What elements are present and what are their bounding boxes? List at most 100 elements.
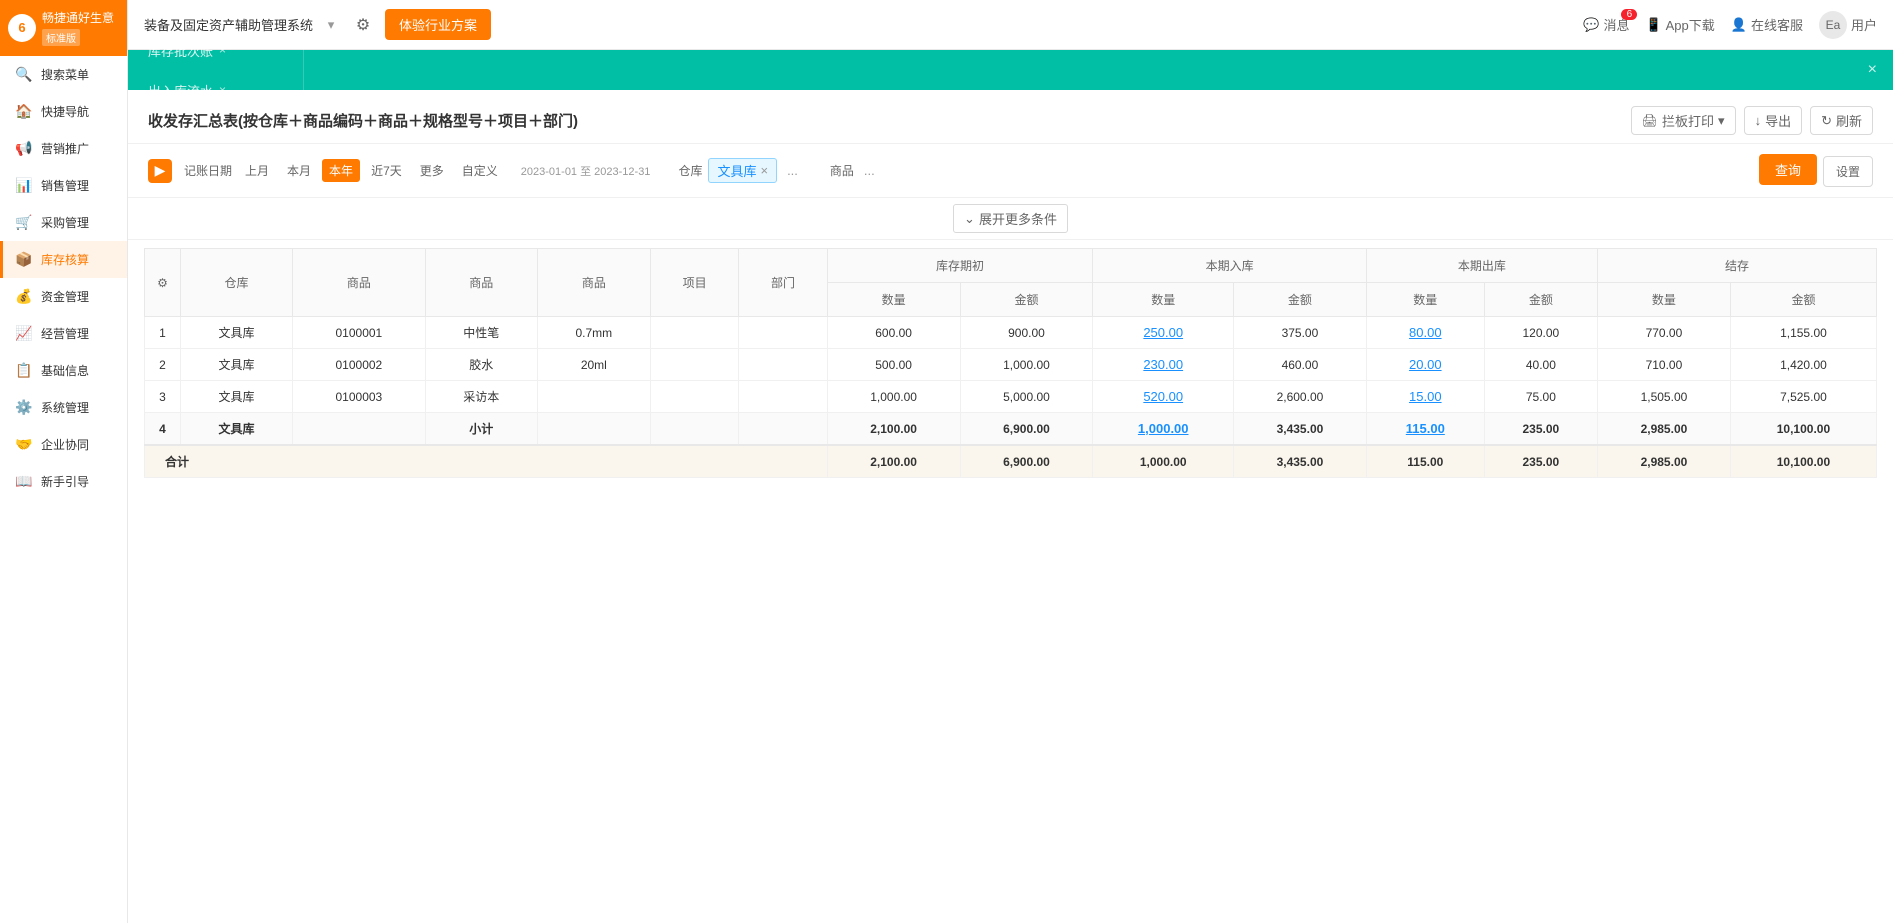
- row-in-qty-1: 230.00: [1093, 349, 1234, 381]
- sidebar-item-guide[interactable]: 📖 新手引导: [0, 463, 127, 500]
- opening-qty-header: 数量: [827, 283, 960, 317]
- sidebar-icon-purchase: 🛒: [15, 214, 33, 231]
- table-settings-header[interactable]: ⚙: [145, 249, 181, 317]
- sidebar-item-cooperation[interactable]: 🤝 企业协同: [0, 426, 127, 463]
- date-filter-label: 记账日期: [184, 162, 232, 179]
- tab-batch-account[interactable]: 库存批次账 ×: [136, 30, 304, 70]
- out-qty-link-2[interactable]: 15.00: [1409, 389, 1442, 404]
- out-qty-link-1[interactable]: 20.00: [1409, 357, 1442, 372]
- sidebar-item-basicinfo[interactable]: 📋 基础信息: [0, 352, 127, 389]
- out-qty-link-0[interactable]: 80.00: [1409, 325, 1442, 340]
- sidebar-item-finance[interactable]: 💰 资金管理: [0, 278, 127, 315]
- sidebar-item-quicknav[interactable]: 🏠 快捷导航: [0, 93, 127, 130]
- warehouse-tag: 文具库 ×: [708, 158, 777, 183]
- sidebar-icon-finance: 💰: [15, 288, 33, 305]
- expand-more-button[interactable]: ⌄ 展开更多条件: [953, 204, 1068, 233]
- row-opening-amt-2: 5,000.00: [960, 381, 1093, 413]
- warehouse-more-icon[interactable]: ...: [783, 163, 802, 178]
- sidebar-label-sales: 销售管理: [41, 177, 89, 194]
- goods-more-icon[interactable]: ...: [860, 163, 879, 178]
- goods-filter-group: 商品 ...: [830, 162, 879, 179]
- date-btn-更多[interactable]: 更多: [413, 159, 451, 182]
- row-name-1: 胶水: [425, 349, 537, 381]
- row-bal-amt-1: 1,420.00: [1730, 349, 1876, 381]
- refresh-button[interactable]: ↻ 刷新: [1810, 106, 1873, 135]
- tab-close-inventory-dist[interactable]: ×: [284, 3, 291, 17]
- opening-amount-header: 金额: [960, 283, 1093, 317]
- tab-inventory-dist[interactable]: 现存量（库存分布表） ×: [136, 0, 304, 30]
- row-name-3: 小计: [425, 413, 537, 446]
- online-service-button[interactable]: 👤 在线客服: [1731, 15, 1803, 34]
- export-button[interactable]: ↓ 导出: [1744, 106, 1803, 135]
- row-bal-amt-3: 10,100.00: [1730, 413, 1876, 446]
- settings-icon[interactable]: ⚙: [349, 11, 377, 39]
- tab-label-inventory-dist: 现存量（库存分布表）: [148, 1, 278, 20]
- messages-badge: 6: [1621, 9, 1637, 20]
- logo-icon: 6: [8, 14, 36, 42]
- avatar: Ea: [1819, 11, 1847, 39]
- date-btn-近7天[interactable]: 近7天: [364, 159, 409, 182]
- out-group-header: 本期出库: [1366, 249, 1597, 283]
- footer-out-amount: 235.00: [1484, 445, 1597, 478]
- sidebar-item-search[interactable]: 🔍 搜索菜单: [0, 56, 127, 93]
- in-qty-link-3[interactable]: 1,000.00: [1138, 421, 1189, 436]
- query-button[interactable]: 查询: [1759, 154, 1817, 185]
- system-dropdown-icon[interactable]: ▾: [321, 15, 341, 35]
- row-bal-qty-2: 1,505.00: [1597, 381, 1730, 413]
- in-qty-link-0[interactable]: 250.00: [1143, 325, 1183, 340]
- row-out-qty-0: 80.00: [1366, 317, 1484, 349]
- date-btn-上月[interactable]: 上月: [238, 159, 276, 182]
- sidebar-item-sales[interactable]: 📊 销售管理: [0, 167, 127, 204]
- row-in-amt-1: 460.00: [1233, 349, 1366, 381]
- logo-text: 畅捷通好生意 标准版: [42, 10, 114, 46]
- warehouse-tag-close-icon[interactable]: ×: [760, 163, 768, 178]
- sidebar-label-purchase: 采购管理: [41, 214, 89, 231]
- footer-out-qty: 115.00: [1366, 445, 1484, 478]
- sidebar-item-inventory[interactable]: 📦 库存核算: [0, 241, 127, 278]
- sidebar-item-business[interactable]: 📈 经营管理: [0, 315, 127, 352]
- filter-setting-button[interactable]: 设置: [1823, 156, 1873, 187]
- in-qty-link-2[interactable]: 520.00: [1143, 389, 1183, 404]
- row-project-2: [650, 381, 738, 413]
- sidebar-icon-inventory: 📦: [15, 251, 33, 268]
- balance-qty-header: 数量: [1597, 283, 1730, 317]
- in-qty-link-1[interactable]: 230.00: [1143, 357, 1183, 372]
- row-no-2: 3: [145, 381, 181, 413]
- warehouse-column-header: 仓库: [181, 249, 293, 317]
- messages-button[interactable]: 💬 消息 6: [1583, 15, 1629, 34]
- row-project-3: [650, 413, 738, 446]
- trial-button[interactable]: 体验行业方案: [385, 9, 491, 40]
- date-btn-本月[interactable]: 本月: [280, 159, 318, 182]
- row-code-0: 0100001: [292, 317, 425, 349]
- in-qty-header: 数量: [1093, 283, 1234, 317]
- sidebar-label-quicknav: 快捷导航: [41, 103, 89, 120]
- warehouse-filter-group: 仓库 文具库 × ...: [678, 158, 801, 183]
- sidebar-label-system: 系统管理: [41, 399, 89, 416]
- sidebar: 6 畅捷通好生意 标准版 🔍 搜索菜单 🏠 快捷导航 📢 营销推广 📊 销售管理…: [0, 0, 128, 923]
- footer-in-qty: 1,000.00: [1093, 445, 1234, 478]
- out-qty-link-3[interactable]: 115.00: [1406, 421, 1445, 436]
- opening-group-header: 库存期初: [827, 249, 1093, 283]
- table-container: ⚙ 仓库 商品 商品 商品 项目 部门 库存期初 本期入库 本期出库 结存 数量: [128, 248, 1893, 478]
- footer-opening-amount: 6,900.00: [960, 445, 1093, 478]
- filter-collapse-button[interactable]: ▶: [148, 159, 172, 183]
- user-button[interactable]: Ea 用户: [1819, 11, 1877, 39]
- row-bal-qty-0: 770.00: [1597, 317, 1730, 349]
- dropdown-arrow-icon: ▾: [1718, 113, 1725, 129]
- sidebar-label-cooperation: 企业协同: [41, 436, 89, 453]
- template-print-button[interactable]: 🖨 拦板打印 ▾: [1631, 106, 1736, 135]
- row-bal-amt-2: 7,525.00: [1730, 381, 1876, 413]
- date-btn-自定义[interactable]: 自定义: [455, 159, 505, 182]
- sidebar-item-system[interactable]: ⚙️ 系统管理: [0, 389, 127, 426]
- sidebar-item-marketing[interactable]: 📢 营销推广: [0, 130, 127, 167]
- table-row-1: 2 文具库 0100002 胶水 20ml 500.00 1,000.00 23…: [145, 349, 1877, 381]
- tab-bar-close-icon[interactable]: ×: [1860, 61, 1885, 79]
- app-download-button[interactable]: 📱 App下载: [1645, 15, 1714, 34]
- row-no-3: 4: [145, 413, 181, 446]
- row-out-qty-1: 20.00: [1366, 349, 1484, 381]
- tab-close-batch-account[interactable]: ×: [219, 43, 226, 57]
- sidebar-icon-sales: 📊: [15, 177, 33, 194]
- date-btn-本年[interactable]: 本年: [322, 159, 360, 182]
- tab-label-batch-account: 库存批次账: [148, 41, 213, 60]
- sidebar-item-purchase[interactable]: 🛒 采购管理: [0, 204, 127, 241]
